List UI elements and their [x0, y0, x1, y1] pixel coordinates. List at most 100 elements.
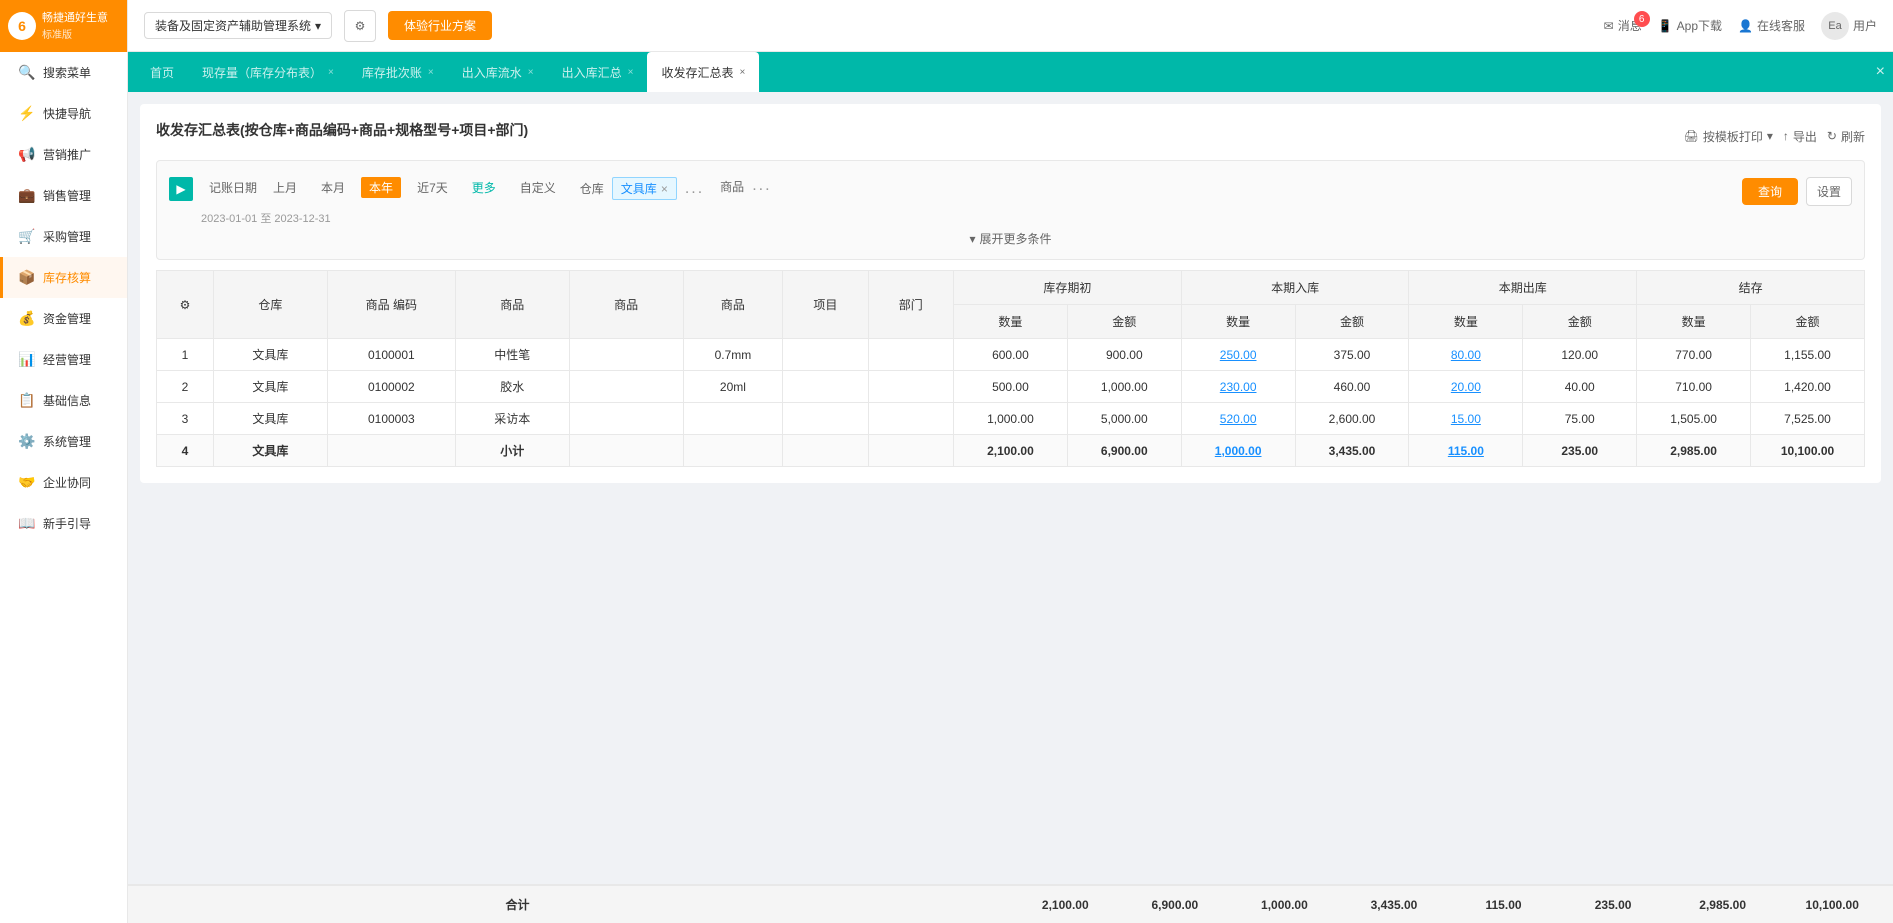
- tab-close-2[interactable]: ×: [428, 67, 434, 78]
- th-settings[interactable]: ⚙: [157, 271, 214, 339]
- online-service-button[interactable]: 👤 在线客服: [1738, 17, 1805, 34]
- cell-code-0: 0100001: [327, 339, 455, 371]
- date-range-display: 2023-01-01 至 2023-12-31: [201, 213, 331, 225]
- goods-dots[interactable]: ...: [752, 177, 771, 195]
- tab-close-1[interactable]: ×: [328, 67, 334, 78]
- th-name2: 商品: [569, 271, 683, 339]
- warehouse-tag-close[interactable]: ×: [661, 182, 668, 196]
- export-button[interactable]: ↑ 导出: [1783, 128, 1817, 145]
- cell-in-qty-2[interactable]: 520.00: [1181, 403, 1295, 435]
- sidebar-item-6[interactable]: 💰资金管理: [0, 298, 127, 339]
- subtotal-in-qty[interactable]: 1,000.00: [1181, 435, 1295, 467]
- table-row: 2 文具库 0100002 胶水 20ml 500.00 1,000.00 23…: [157, 371, 1865, 403]
- cell-in-amt-1: 460.00: [1295, 371, 1409, 403]
- sidebar-item-8[interactable]: 📋基础信息: [0, 380, 127, 421]
- nav-icon-6: 💰: [19, 311, 35, 327]
- cell-open-amt-2: 5,000.00: [1067, 403, 1181, 435]
- th-opening-qty: 数量: [954, 305, 1068, 339]
- cell-dept-0: [868, 339, 953, 371]
- system-title-text: 装备及固定资产辅助管理系统: [155, 17, 311, 34]
- cell-no-1: 2: [157, 371, 214, 403]
- sidebar-item-10[interactable]: 🤝企业协同: [0, 462, 127, 503]
- gear-button[interactable]: ⚙: [344, 10, 376, 42]
- tab-item-3[interactable]: 出入库流水×: [448, 52, 548, 92]
- subtotal-out-qty[interactable]: 115.00: [1409, 435, 1523, 467]
- sidebar-item-0[interactable]: 🔍搜索菜单: [0, 52, 127, 93]
- table-footer: 合计2,100.006,900.001,000.003,435.00115.00…: [128, 884, 1893, 923]
- th-in-qty: 数量: [1181, 305, 1295, 339]
- th-opening-amt: 金额: [1067, 305, 1181, 339]
- print-icon: 🖨: [1684, 129, 1699, 143]
- sidebar-item-3[interactable]: 💼销售管理: [0, 175, 127, 216]
- cell-out-qty-1[interactable]: 20.00: [1409, 371, 1523, 403]
- nav-icon-0: 🔍: [19, 65, 35, 81]
- date-btn-this-month[interactable]: 本月: [313, 177, 353, 198]
- tab-close-5[interactable]: ×: [739, 67, 745, 78]
- download-icon: 📱: [1658, 19, 1673, 33]
- sidebar-item-11[interactable]: 📖新手引导: [0, 503, 127, 544]
- cell-in-qty-1[interactable]: 230.00: [1181, 371, 1295, 403]
- cell-out-qty-0[interactable]: 80.00: [1409, 339, 1523, 371]
- cell-name-1: 胶水: [455, 371, 569, 403]
- subtotal-name2: [569, 435, 683, 467]
- tab-close-all[interactable]: ×: [1876, 63, 1885, 81]
- footer-cell-3: 合计: [463, 892, 573, 917]
- warehouse-tag[interactable]: 文具库 ×: [612, 177, 677, 200]
- trial-button[interactable]: 体验行业方案: [388, 11, 492, 40]
- sidebar-item-1[interactable]: ⚡快捷导航: [0, 93, 127, 134]
- cell-bal-amt-2: 7,525.00: [1751, 403, 1865, 435]
- top-header: 装备及固定资产辅助管理系统 ▾ ⚙ 体验行业方案 ✉ 消息 6 📱 App下载 …: [128, 0, 1893, 52]
- logo-subtitle: 标准版: [42, 26, 108, 41]
- tab-item-5[interactable]: 收发存汇总表×: [647, 52, 759, 92]
- cell-name-0: 中性笔: [455, 339, 569, 371]
- footer-cell-6: [791, 901, 901, 909]
- date-filter-section: 记账日期 上月 本月 本年 近7天 更多 自定义: [209, 177, 564, 198]
- date-btn-7days[interactable]: 近7天: [409, 177, 456, 198]
- app-download-button[interactable]: 📱 App下载: [1658, 17, 1722, 34]
- tab-item-2[interactable]: 库存批次账×: [348, 52, 448, 92]
- cell-out-qty-2[interactable]: 15.00: [1409, 403, 1523, 435]
- th-out-amt: 金额: [1523, 305, 1637, 339]
- sidebar-item-7[interactable]: 📊 经营管理: [0, 339, 127, 380]
- cell-bal-amt-0: 1,155.00: [1751, 339, 1865, 371]
- sidebar-item-9[interactable]: ⚙️系统管理: [0, 421, 127, 462]
- th-group-out: 本期出库: [1409, 271, 1637, 305]
- date-btn-last-month[interactable]: 上月: [265, 177, 305, 198]
- refresh-button[interactable]: ↻ 刷新: [1827, 128, 1865, 145]
- footer-cell-2: [353, 901, 463, 909]
- warehouse-dots[interactable]: ...: [685, 180, 704, 198]
- cell-in-qty-0[interactable]: 250.00: [1181, 339, 1295, 371]
- nav-label-7: 经营管理: [43, 351, 91, 368]
- cell-name2-1: [569, 371, 683, 403]
- cell-warehouse-2: 文具库: [213, 403, 327, 435]
- subtotal-open-qty: 2,100.00: [954, 435, 1068, 467]
- nav-icon-7: 📊: [19, 352, 35, 368]
- tab-close-4[interactable]: ×: [628, 67, 634, 78]
- query-button[interactable]: 查询: [1742, 178, 1798, 205]
- export-icon: ↑: [1783, 129, 1789, 143]
- sidebar-item-5[interactable]: 📦库存核算: [0, 257, 127, 298]
- filter-toggle-button[interactable]: ▶: [169, 177, 193, 201]
- warehouse-filter-label: 仓库: [580, 180, 604, 197]
- print-button[interactable]: 🖨 按模板打印 ▾: [1684, 128, 1773, 145]
- set-button[interactable]: 设置: [1806, 177, 1852, 206]
- system-title-select[interactable]: 装备及固定资产辅助管理系统 ▾: [144, 12, 332, 39]
- tab-item-0[interactable]: 首页: [136, 52, 188, 92]
- footer-cell-5: [682, 901, 792, 909]
- tab-item-4[interactable]: 出入库汇总 ×: [548, 52, 648, 92]
- cell-dept-2: [868, 403, 953, 435]
- tab-label-4: 出入库汇总: [562, 64, 622, 81]
- sidebar-item-2[interactable]: 📢营销推广: [0, 134, 127, 175]
- message-button[interactable]: ✉ 消息 6: [1604, 17, 1642, 34]
- date-btn-this-year[interactable]: 本年: [361, 177, 401, 198]
- nav-label-8: 基础信息: [43, 392, 91, 409]
- tab-label-1: 现存量（库存分布表）: [202, 64, 322, 81]
- nav-label-3: 销售管理: [43, 187, 91, 204]
- date-btn-custom[interactable]: 自定义: [512, 177, 564, 198]
- tab-close-3[interactable]: ×: [528, 67, 534, 78]
- tab-item-1[interactable]: 现存量（库存分布表） ×: [188, 52, 348, 92]
- expand-more-bar[interactable]: ▾ 展开更多条件: [169, 226, 1852, 251]
- sidebar-item-4[interactable]: 🛒采购管理: [0, 216, 127, 257]
- date-btn-more[interactable]: 更多: [464, 177, 504, 198]
- user-button[interactable]: Ea 用户: [1821, 12, 1877, 40]
